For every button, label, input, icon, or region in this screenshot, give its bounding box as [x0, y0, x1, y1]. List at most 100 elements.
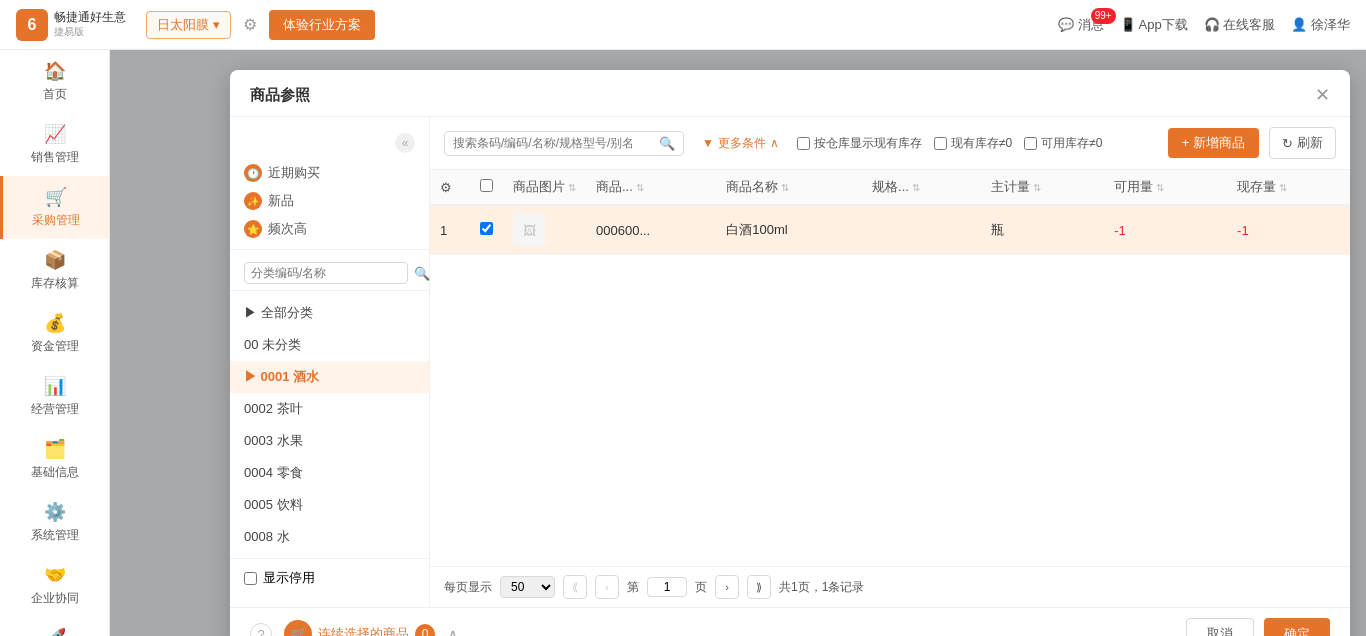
sidebar-item-sales[interactable]: 📈 销售管理 — [0, 113, 109, 176]
shortcut-frequent[interactable]: ⭐ 频次高 — [230, 215, 429, 243]
row-checkbox[interactable] — [480, 222, 493, 235]
sidebar-item-system[interactable]: ⚙️ 系统管理 — [0, 491, 109, 554]
last-page-button[interactable]: ⟫ — [747, 575, 771, 599]
app-download-nav[interactable]: 📱 App下载 — [1120, 16, 1188, 34]
sort-name-icon: ⇅ — [781, 182, 789, 193]
sidebar-item-base[interactable]: 🗂️ 基础信息 — [0, 428, 109, 491]
cat-search-input[interactable] — [244, 262, 408, 284]
cat-unclassified-label: 00 未分类 — [244, 336, 301, 354]
cat-unclassified[interactable]: 00 未分类 — [230, 329, 429, 361]
new-icon: ✨ — [244, 192, 262, 210]
search-input-wrap: 🔍 — [444, 131, 684, 156]
image-placeholder-icon: 🖼 — [523, 223, 536, 238]
system-icon: ⚙️ — [44, 501, 66, 523]
cat-fruit[interactable]: 0003 水果 — [230, 425, 429, 457]
sidebar-item-guide[interactable]: 🚀 新手引导 — [0, 617, 109, 636]
home-icon: 🏠 — [44, 60, 66, 82]
filter-available-ne0-label[interactable]: 可用库存≠0 — [1024, 135, 1102, 152]
product-table: ⚙ 商品图片 ⇅ — [430, 170, 1350, 255]
sidebar-item-home[interactable]: 🏠 首页 — [0, 50, 109, 113]
first-page-button[interactable]: ⟪ — [563, 575, 587, 599]
cat-liquor-label: ▶ 0001 酒水 — [244, 368, 319, 386]
row-num: 1 — [430, 205, 470, 255]
add-product-button[interactable]: + 新增商品 — [1168, 128, 1259, 158]
filter-stock-ne0-checkbox[interactable] — [934, 137, 947, 150]
app-sub: 捷易版 — [54, 25, 126, 39]
page-size-select[interactable]: 20 50 100 — [500, 576, 555, 598]
messages-nav[interactable]: 💬 消息 99+ — [1058, 16, 1104, 34]
show-disabled-checkbox[interactable] — [244, 572, 257, 585]
navbar: 6 畅捷通好生意 捷易版 日太阳膜 ▾ ⚙ 体验行业方案 💬 消息 99+ 📱 … — [0, 0, 1366, 50]
footer-left: ? 🛒 连续选择的商品 0 ∧ — [250, 620, 459, 636]
cat-snacks-label: 0004 零食 — [244, 464, 303, 482]
filter-stock-ne0-label[interactable]: 现有库存≠0 — [934, 135, 1012, 152]
user-avatar[interactable]: 👤 徐泽华 — [1291, 16, 1350, 34]
pagination: 每页显示 20 50 100 ⟪ ‹ 第 页 › ⟫ 共1页，1条记录 — [430, 566, 1350, 607]
cat-tea[interactable]: 0002 茶叶 — [230, 393, 429, 425]
shortcut-new[interactable]: ✨ 新品 — [230, 187, 429, 215]
row-image-cell: 🖼 — [503, 205, 586, 255]
cat-snacks[interactable]: 0004 零食 — [230, 457, 429, 489]
filter-warehouse-checkbox[interactable] — [797, 137, 810, 150]
dialog-title: 商品参照 — [250, 86, 310, 105]
filter-available-ne0-checkbox[interactable] — [1024, 137, 1037, 150]
store-selector[interactable]: 日太阳膜 ▾ — [146, 11, 231, 39]
total-info: 共1页，1条记录 — [779, 579, 864, 596]
collapse-footer-button[interactable]: ∧ — [447, 625, 459, 637]
cart-badge: 🛒 连续选择的商品 0 — [284, 620, 435, 636]
sort-spec-icon: ⇅ — [912, 182, 920, 193]
cancel-button[interactable]: 取消 — [1186, 618, 1254, 636]
product-table-wrap: ⚙ 商品图片 ⇅ — [430, 170, 1350, 566]
row-spec — [862, 205, 981, 255]
category-list: ▶ 全部分类 00 未分类 ▶ 0001 酒水 0002 茶叶 0003 水果 — [230, 297, 429, 558]
select-all-checkbox[interactable] — [480, 179, 493, 192]
cat-water-label: 0008 水 — [244, 528, 290, 546]
sort-available-icon: ⇅ — [1156, 182, 1164, 193]
filter-warehouse-label[interactable]: 按仓库显示现有库存 — [797, 135, 922, 152]
cat-search-row: 🔍 — [230, 256, 429, 291]
sidebar-item-business[interactable]: 📊 经营管理 — [0, 365, 109, 428]
table-row[interactable]: 1 🖼 000600... — [430, 205, 1350, 255]
sidebar-item-inventory[interactable]: 📦 库存核算 — [0, 239, 109, 302]
refresh-button[interactable]: ↻ 刷新 — [1269, 127, 1336, 159]
sidebar: 🏠 首页 📈 销售管理 🛒 采购管理 📦 库存核算 💰 资金管理 📊 经营管理 … — [0, 50, 110, 636]
cat-liquor[interactable]: ▶ 0001 酒水 — [230, 361, 429, 393]
online-service-nav[interactable]: 🎧 在线客服 — [1204, 16, 1276, 34]
cta-button[interactable]: 体验行业方案 — [269, 10, 375, 40]
sidebar-item-collab[interactable]: 🤝 企业协同 — [0, 554, 109, 617]
sidebar-item-purchase[interactable]: 🛒 采购管理 — [0, 176, 109, 239]
chevron-up-icon: ∧ — [770, 136, 779, 150]
collapse-panel-button[interactable]: « — [395, 133, 415, 153]
row-unit: 瓶 — [981, 205, 1104, 255]
cat-collapse-header: « — [230, 127, 429, 159]
message-badge: 99+ — [1091, 8, 1116, 24]
settings-icon[interactable]: ⚙ — [243, 15, 257, 34]
cat-water[interactable]: 0008 水 — [230, 521, 429, 553]
confirm-button[interactable]: 确定 — [1264, 618, 1330, 636]
dialog-close-button[interactable]: ✕ — [1315, 84, 1330, 106]
page-input[interactable] — [647, 577, 687, 597]
prev-page-button[interactable]: ‹ — [595, 575, 619, 599]
th-name: 商品名称 ⇅ — [716, 170, 862, 205]
th-settings[interactable]: ⚙ — [430, 170, 470, 205]
product-search-input[interactable] — [453, 136, 655, 150]
th-spec: 规格... ⇅ — [862, 170, 981, 205]
cat-all[interactable]: ▶ 全部分类 — [230, 297, 429, 329]
sort-image-icon: ⇅ — [568, 182, 576, 193]
cart-icon: 🛒 — [284, 620, 312, 636]
cat-search-icon[interactable]: 🔍 — [414, 266, 430, 281]
more-filters-button[interactable]: ▼ 更多条件 ∧ — [694, 131, 787, 156]
cat-divider — [230, 249, 429, 250]
next-page-button[interactable]: › — [715, 575, 739, 599]
purchase-icon: 🛒 — [45, 186, 67, 208]
search-icon[interactable]: 🔍 — [659, 136, 675, 151]
th-checkbox — [470, 170, 503, 205]
help-button[interactable]: ? — [250, 623, 272, 636]
dialog-footer: ? 🛒 连续选择的商品 0 ∧ 取消 确定 — [230, 607, 1350, 636]
refresh-icon: ↻ — [1282, 136, 1293, 151]
cat-drinks[interactable]: 0005 饮料 — [230, 489, 429, 521]
sales-icon: 📈 — [44, 123, 66, 145]
shortcut-recent[interactable]: 🕐 近期购买 — [230, 159, 429, 187]
sidebar-item-finance[interactable]: 💰 资金管理 — [0, 302, 109, 365]
layout: 🏠 首页 📈 销售管理 🛒 采购管理 📦 库存核算 💰 资金管理 📊 经营管理 … — [0, 50, 1366, 636]
